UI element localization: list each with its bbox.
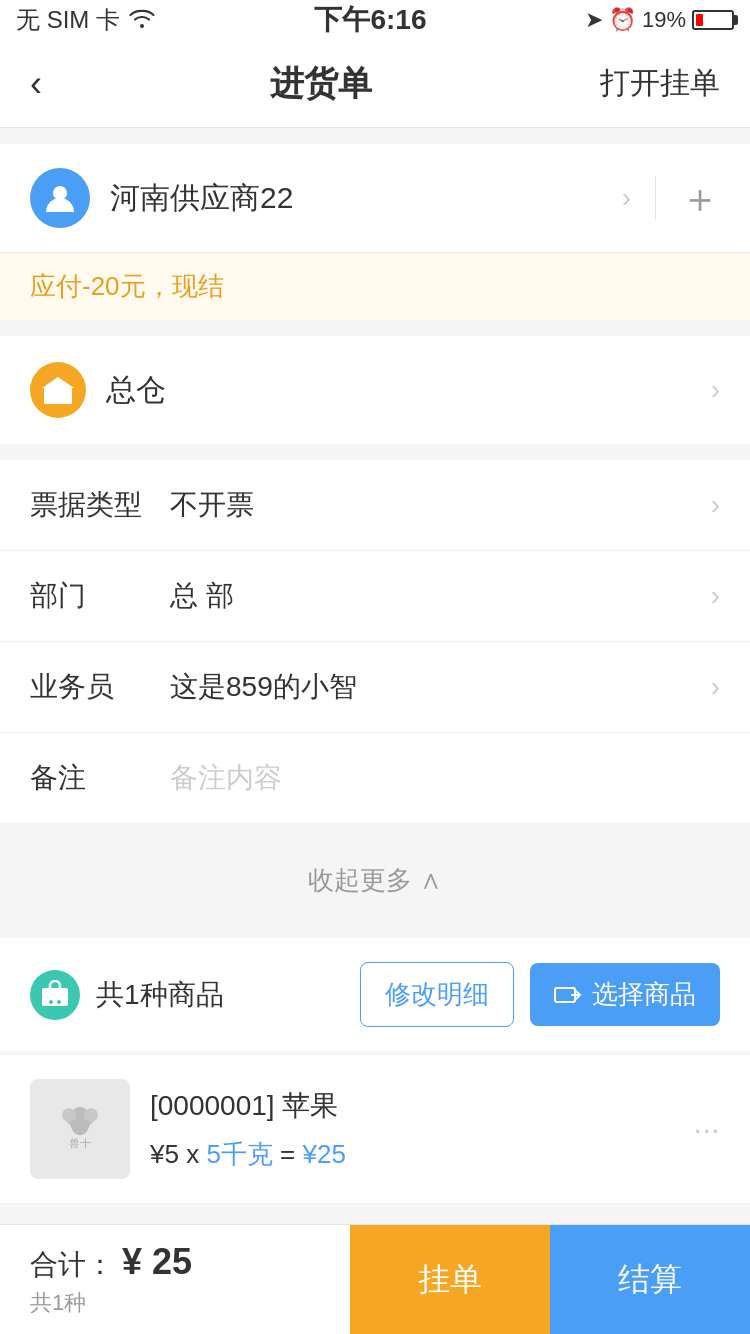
select-product-icon (554, 983, 582, 1007)
salesman-label: 业务员 (30, 668, 150, 706)
svg-point-5 (57, 1000, 61, 1004)
nav-bar: ‹ 进货单 打开挂单 (0, 40, 750, 128)
warehouse-name: 总仓 (106, 370, 711, 411)
ticket-chevron-icon: › (711, 489, 720, 521)
cart-icon (40, 980, 70, 1010)
svg-point-10 (84, 1108, 98, 1122)
svg-point-9 (62, 1108, 76, 1122)
status-time: 下午6:16 (314, 1, 426, 39)
collapse-button[interactable]: 收起更多 ∧ (0, 839, 750, 922)
supplier-avatar (30, 168, 90, 228)
product-title: 苹果 (282, 1090, 338, 1121)
carrier-text: 无 SIM 卡 (16, 4, 120, 36)
warehouse-section[interactable]: 总仓 › (0, 336, 750, 444)
product-code: [0000001] (150, 1090, 275, 1121)
ticket-type-label: 票据类型 (30, 486, 150, 524)
status-right: ➤ ⏰ 19% (585, 7, 734, 33)
battery-icon (692, 10, 734, 30)
total-amount: ¥ 25 (122, 1241, 192, 1283)
warehouse-icon-bg (30, 362, 86, 418)
warehouse-row[interactable]: 总仓 › (0, 336, 750, 444)
add-supplier-button[interactable]: ＋ (680, 171, 720, 226)
total-count: 共1种 (30, 1288, 320, 1318)
vertical-divider (655, 176, 656, 220)
product-thumb-logo: 兽十 (45, 1099, 115, 1159)
product-name: [0000001] 苹果 (150, 1087, 673, 1125)
svg-rect-2 (53, 393, 63, 404)
alarm-icon: ⏰ (609, 7, 636, 33)
equals-sign: = (280, 1139, 302, 1169)
department-value: 总 部 (150, 577, 711, 615)
select-product-label: 选择商品 (592, 977, 696, 1012)
wifi-icon (128, 6, 156, 34)
total-label: 合计： (30, 1246, 114, 1284)
modify-detail-button[interactable]: 修改明细 (360, 962, 514, 1027)
supplier-section: 河南供应商22 › ＋ 应付-20元，现结 (0, 144, 750, 320)
supplier-note: 应付-20元，现结 (0, 252, 750, 320)
open-hang-button[interactable]: 打开挂单 (600, 63, 720, 104)
supplier-row[interactable]: 河南供应商22 › ＋ (0, 144, 750, 252)
products-count-text: 共1种商品 (96, 976, 344, 1014)
remark-row[interactable]: 备注 备注内容 (0, 733, 750, 823)
warehouse-building-icon (41, 373, 75, 407)
page-title: 进货单 (270, 61, 372, 107)
select-product-button[interactable]: 选择商品 (530, 963, 720, 1026)
location-icon: ➤ (585, 7, 603, 33)
ticket-type-value: 不开票 (150, 486, 711, 524)
product-price: ¥5 x 5千克 = ¥25 (150, 1137, 673, 1172)
department-chevron-icon: › (711, 580, 720, 612)
salesman-row[interactable]: 业务员 这是859的小智 › (0, 642, 750, 733)
ticket-type-row[interactable]: 票据类型 不开票 › (0, 460, 750, 551)
product-thumbnail: 兽十 (30, 1079, 130, 1179)
svg-point-4 (49, 1000, 53, 1004)
battery-percent: 19% (642, 7, 686, 33)
bottom-total: 合计： ¥ 25 共1种 (0, 1241, 350, 1318)
status-bar: 无 SIM 卡 下午6:16 ➤ ⏰ 19% (0, 0, 750, 40)
supplier-name: 河南供应商22 (110, 178, 622, 219)
salesman-chevron-icon: › (711, 671, 720, 703)
hang-button[interactable]: 挂单 (350, 1225, 550, 1335)
product-more-button[interactable]: ··· (693, 1111, 720, 1148)
bottom-bar: 合计： ¥ 25 共1种 挂单 结算 (0, 1224, 750, 1334)
status-left: 无 SIM 卡 (16, 4, 156, 36)
svg-rect-3 (42, 988, 68, 1006)
person-icon (42, 180, 78, 216)
price-separator: x (186, 1139, 206, 1169)
warehouse-chevron-icon: › (711, 374, 720, 406)
remark-label: 备注 (30, 759, 150, 797)
remark-input[interactable]: 备注内容 (150, 759, 720, 797)
price-unit: ¥5 (150, 1139, 179, 1169)
svg-point-0 (53, 186, 67, 200)
products-header: 共1种商品 修改明细 选择商品 (0, 938, 750, 1051)
product-qty: 5千克 (206, 1139, 272, 1169)
chevron-right-icon: › (622, 182, 631, 214)
product-total: ¥25 (303, 1139, 346, 1169)
product-item: 兽十 [0000001] 苹果 ¥5 x 5千克 = ¥25 ··· (0, 1055, 750, 1203)
back-button[interactable]: ‹ (30, 63, 42, 105)
checkout-button[interactable]: 结算 (550, 1225, 750, 1335)
product-info: [0000001] 苹果 ¥5 x 5千克 = ¥25 (150, 1087, 673, 1172)
svg-text:兽十: 兽十 (69, 1137, 91, 1149)
total-row: 合计： ¥ 25 (30, 1241, 320, 1284)
form-section: 票据类型 不开票 › 部门 总 部 › 业务员 这是859的小智 › 备注 备注… (0, 460, 750, 823)
department-label: 部门 (30, 577, 150, 615)
salesman-value: 这是859的小智 (150, 668, 711, 706)
products-icon-bg (30, 970, 80, 1020)
department-row[interactable]: 部门 总 部 › (0, 551, 750, 642)
